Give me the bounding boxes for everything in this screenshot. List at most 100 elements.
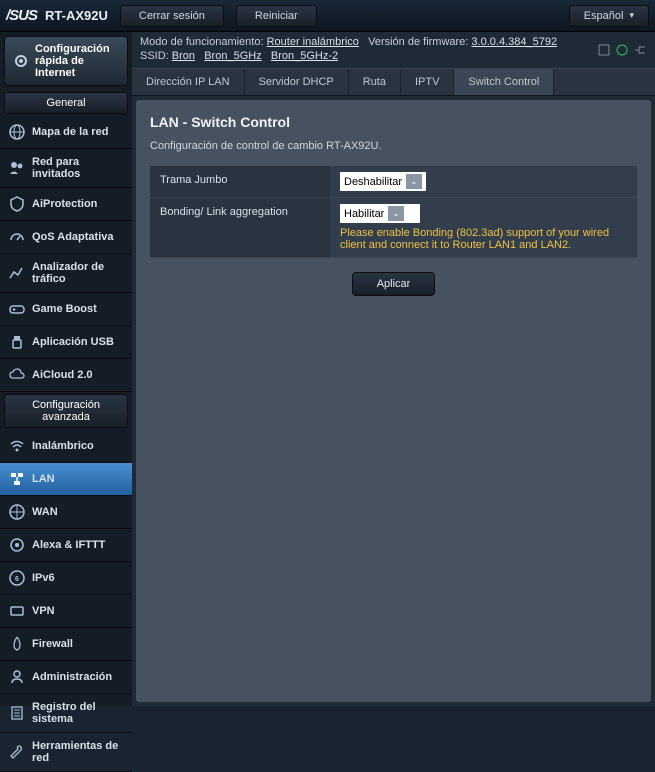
jumbo-frame-select[interactable]: Deshabilitar ⌄ (340, 172, 426, 191)
mode-value[interactable]: Router inalámbrico (267, 36, 359, 48)
log-icon (8, 704, 26, 722)
shield-icon (8, 195, 26, 213)
fw-value[interactable]: 3.0.0.4.384_5792 (471, 36, 557, 48)
nav-label: Game Boost (32, 303, 97, 315)
nav-alexa-ifttt[interactable]: Alexa & IFTTT (0, 529, 132, 562)
nav-label: AiCloud 2.0 (32, 369, 93, 381)
nav-qos[interactable]: QoS Adaptativa (0, 221, 132, 254)
nav-admin[interactable]: Administración (0, 661, 132, 694)
tab-iptv[interactable]: IPTV (401, 69, 454, 95)
nav-label: Analizador de tráfico (32, 261, 124, 285)
nav-label: LAN (32, 473, 55, 485)
sidebar: Configuración rápida de Internet General… (0, 32, 132, 706)
info-bar: Modo de funcionamiento: Router inalámbri… (132, 32, 655, 68)
bonding-label: Bonding/ Link aggregation (150, 198, 330, 258)
vpn-icon (8, 602, 26, 620)
wifi-icon (8, 437, 26, 455)
nav-label: Red para invitados (32, 156, 124, 180)
language-label: Español (584, 10, 624, 22)
nav-label: IPv6 (32, 572, 55, 584)
nav-wan[interactable]: WAN (0, 496, 132, 529)
nav-vpn[interactable]: VPN (0, 595, 132, 628)
mode-label: Modo de funcionamiento: (140, 36, 264, 48)
section-advanced: Configuración avanzada (4, 394, 128, 428)
nav-label: Inalámbrico (32, 440, 94, 452)
nav-label: Herramientas de red (32, 740, 124, 764)
nav-label: Firewall (32, 638, 73, 650)
nav-label: Alexa & IFTTT (32, 539, 105, 551)
page-desc: Configuración de control de cambio RT-AX… (150, 140, 637, 152)
gamepad-icon (8, 300, 26, 318)
nav-wireless[interactable]: Inalámbrico (0, 430, 132, 463)
language-dropdown[interactable]: Español (569, 5, 649, 27)
nav-label: AiProtection (32, 198, 97, 210)
tab-lan-ip[interactable]: Dirección IP LAN (132, 69, 245, 95)
quick-setup-label: Configuración rápida de Internet (35, 43, 119, 79)
status-icon-1[interactable] (597, 43, 611, 57)
nav-network-map[interactable]: Mapa de la red (0, 116, 132, 149)
jumbo-frame-label: Trama Jumbo (150, 166, 330, 198)
top-bar: /SUS RT-AX92U Cerrar sesión Reiniciar Es… (0, 0, 655, 32)
nav-usb-app[interactable]: Aplicación USB (0, 326, 132, 359)
jumbo-frame-value: Deshabilitar (344, 176, 402, 188)
bonding-hint: Please enable Bonding (802.3ad) support … (340, 227, 627, 251)
gauge-icon (8, 228, 26, 246)
page-title: LAN - Switch Control (150, 114, 637, 130)
nav-network-tools[interactable]: Herramientas de red (0, 733, 132, 772)
chart-icon (8, 264, 26, 282)
fw-label: Versión de firmware: (368, 36, 468, 48)
nav-lan[interactable]: LAN (0, 463, 132, 496)
ssid-value-1[interactable]: Bron_5GHz (204, 50, 261, 62)
admin-icon (8, 668, 26, 686)
usb-icon (8, 333, 26, 351)
settings-table: Trama Jumbo Deshabilitar ⌄ Bonding/ Link… (150, 166, 637, 258)
nav-label: Mapa de la red (32, 126, 108, 138)
nav-label: Administración (32, 671, 112, 683)
nav-firewall[interactable]: Firewall (0, 628, 132, 661)
tabs: Dirección IP LAN Servidor DHCP Ruta IPTV… (132, 68, 655, 96)
globe-icon (8, 123, 26, 141)
main-content: Modo de funcionamiento: Router inalámbri… (132, 32, 655, 706)
apply-button[interactable]: Aplicar (352, 272, 436, 296)
bonding-select[interactable]: Habilitar ⌄ (340, 204, 420, 223)
ssid-value-2[interactable]: Bron_5GHz-2 (271, 50, 338, 62)
logo-block: /SUS RT-AX92U (6, 7, 108, 24)
ssid-label: SSID: (140, 50, 169, 62)
nav-traffic-analyzer[interactable]: Analizador de tráfico (0, 254, 132, 293)
nav-label: Aplicación USB (32, 336, 114, 348)
ssid-value-0[interactable]: Bron (172, 50, 195, 62)
nav-label: Registro del sistema (32, 701, 124, 725)
users-icon (8, 159, 26, 177)
nav-aiprotection[interactable]: AiProtection (0, 188, 132, 221)
tab-dhcp-server[interactable]: Servidor DHCP (245, 69, 349, 95)
cloud-icon (8, 366, 26, 384)
fire-icon (8, 635, 26, 653)
bonding-value: Habilitar (344, 208, 384, 220)
status-icon-3[interactable] (633, 43, 647, 57)
voice-icon (8, 536, 26, 554)
nav-ipv6[interactable]: 6 IPv6 (0, 562, 132, 595)
nav-game-boost[interactable]: Game Boost (0, 293, 132, 326)
nav-label: VPN (32, 605, 55, 617)
globe-icon (8, 503, 26, 521)
nav-guest-network[interactable]: Red para invitados (0, 149, 132, 188)
status-icons (597, 36, 647, 64)
content-panel: LAN - Switch Control Configuración de co… (136, 100, 651, 702)
chevron-down-icon: ⌄ (388, 206, 404, 221)
nav-system-log[interactable]: Registro del sistema (0, 694, 132, 733)
chevron-down-icon: ⌄ (406, 174, 422, 189)
nav-label: WAN (32, 506, 58, 518)
status-icon-2[interactable] (615, 43, 629, 57)
wrench-icon (8, 743, 26, 761)
model-label: RT-AX92U (45, 8, 108, 23)
logout-button[interactable]: Cerrar sesión (120, 5, 224, 27)
svg-text:6: 6 (15, 576, 19, 583)
section-general: General (4, 92, 128, 114)
tab-route[interactable]: Ruta (349, 69, 401, 95)
reboot-button[interactable]: Reiniciar (236, 5, 317, 27)
lan-icon (8, 470, 26, 488)
tab-switch-control[interactable]: Switch Control (454, 69, 554, 95)
gear-icon (13, 53, 29, 69)
nav-aicloud[interactable]: AiCloud 2.0 (0, 359, 132, 392)
quick-internet-setup[interactable]: Configuración rápida de Internet (4, 36, 128, 86)
